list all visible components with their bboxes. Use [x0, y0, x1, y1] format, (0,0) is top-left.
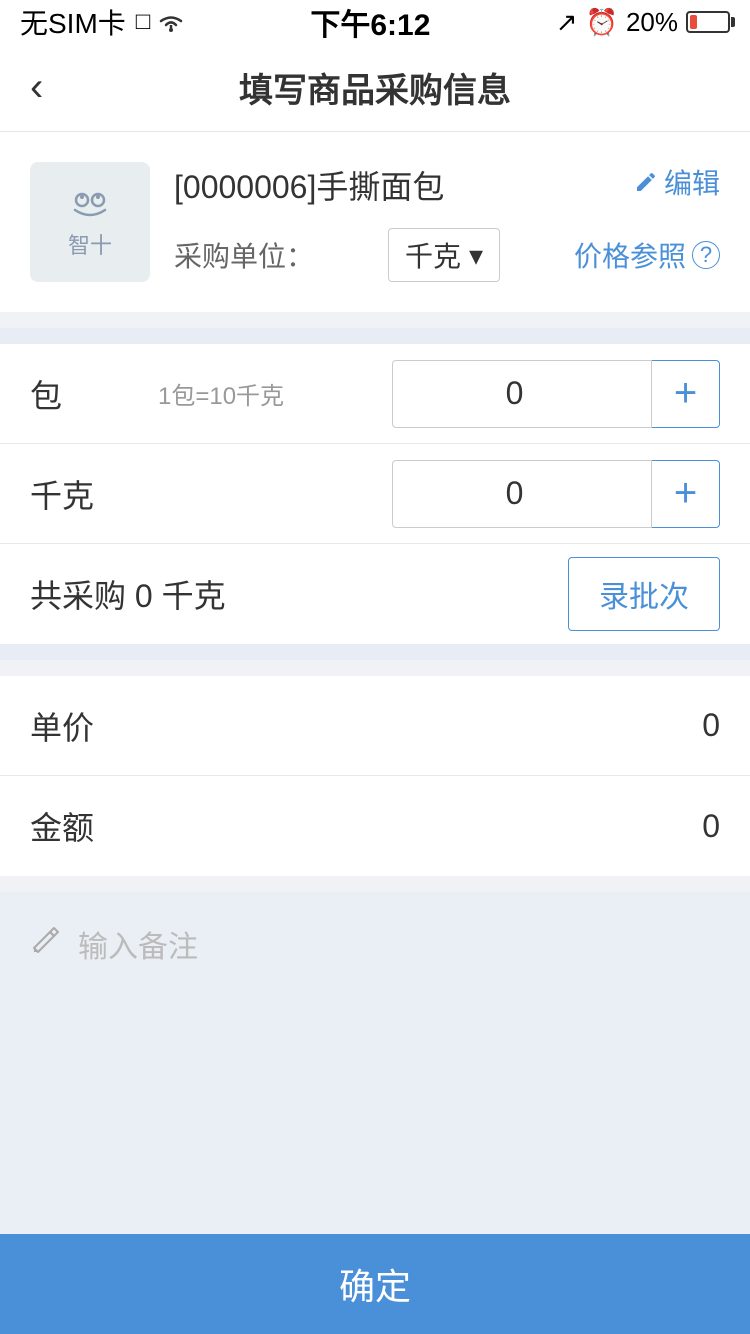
- batch-button[interactable]: 录批次: [568, 557, 720, 631]
- unit-select[interactable]: 千克 ▾: [388, 228, 500, 282]
- kg-input-right: +: [392, 460, 720, 528]
- bag-label: 包: [30, 371, 150, 417]
- unit-price-value: 0: [702, 707, 720, 744]
- price-ref-help-icon: ?: [692, 241, 720, 269]
- back-button[interactable]: ‹: [30, 65, 43, 110]
- status-time: 下午6:12: [310, 0, 430, 44]
- section-divider-1: [0, 328, 750, 344]
- battery-percent: 20%: [626, 7, 678, 38]
- kg-plus-button[interactable]: +: [652, 460, 720, 528]
- notes-placeholder: 输入备注: [78, 922, 198, 966]
- product-card: 智十 [0000006]手撕面包 编辑 采购单位： 千克 ▾ 价格参照: [0, 132, 750, 312]
- edit-button[interactable]: 编辑: [634, 162, 720, 202]
- status-right: ↗ ⏰ 20%: [556, 7, 730, 38]
- section-divider-2: [0, 644, 750, 660]
- product-header: [0000006]手撕面包 编辑: [174, 162, 720, 208]
- alarm-icon: ⏰: [586, 7, 618, 38]
- kg-label: 千克: [30, 471, 150, 517]
- location-icon: ↗: [556, 7, 578, 38]
- product-name: [0000006]手撕面包: [174, 162, 444, 208]
- summary-row: 共采购 0 千克 录批次: [0, 544, 750, 644]
- bag-sub-label: 1包=10千克: [158, 376, 284, 411]
- bag-input-row: 包 1包=10千克 +: [0, 344, 750, 444]
- product-image: 智十: [30, 162, 150, 282]
- bag-plus-button[interactable]: +: [652, 360, 720, 428]
- nav-bar: ‹ 填写商品采购信息: [0, 44, 750, 132]
- pencil-icon: [30, 924, 62, 964]
- summary-text: 共采购 0 千克: [30, 571, 226, 617]
- amount-value: 0: [702, 808, 720, 845]
- product-info: [0000006]手撕面包 编辑 采购单位： 千克 ▾ 价格参照 ?: [174, 162, 720, 282]
- unit-label: 采购单位：: [174, 235, 314, 275]
- kg-quantity-input[interactable]: [392, 460, 652, 528]
- bag-input-right: +: [392, 360, 720, 428]
- confirm-button[interactable]: 确定: [0, 1234, 750, 1334]
- amount-label: 金额: [30, 803, 94, 849]
- input-section: 包 1包=10千克 + 千克 + 共采购 0 千克 录批次: [0, 344, 750, 644]
- battery-icon: [686, 11, 730, 33]
- amount-row: 金额 0: [0, 776, 750, 876]
- status-left: 无SIM卡 □: [20, 2, 185, 42]
- carrier-label: 无SIM卡: [20, 2, 126, 42]
- dropdown-icon: ▾: [469, 239, 483, 272]
- price-ref-button[interactable]: 价格参照 ?: [574, 235, 720, 275]
- product-unit-row: 采购单位： 千克 ▾ 价格参照 ?: [174, 228, 720, 282]
- wifi-icon: □: [136, 8, 185, 36]
- owl-logo-text: 智十: [68, 228, 112, 260]
- status-bar: 无SIM卡 □ 下午6:12 ↗ ⏰ 20%: [0, 0, 750, 44]
- page-title: 填写商品采购信息: [239, 63, 511, 112]
- unit-price-label: 单价: [30, 703, 94, 749]
- bag-quantity-input[interactable]: [392, 360, 652, 428]
- price-section: 单价 0 金额 0: [0, 676, 750, 876]
- kg-input-row: 千克 +: [0, 444, 750, 544]
- unit-price-row: 单价 0: [0, 676, 750, 776]
- notes-section[interactable]: 输入备注: [0, 892, 750, 996]
